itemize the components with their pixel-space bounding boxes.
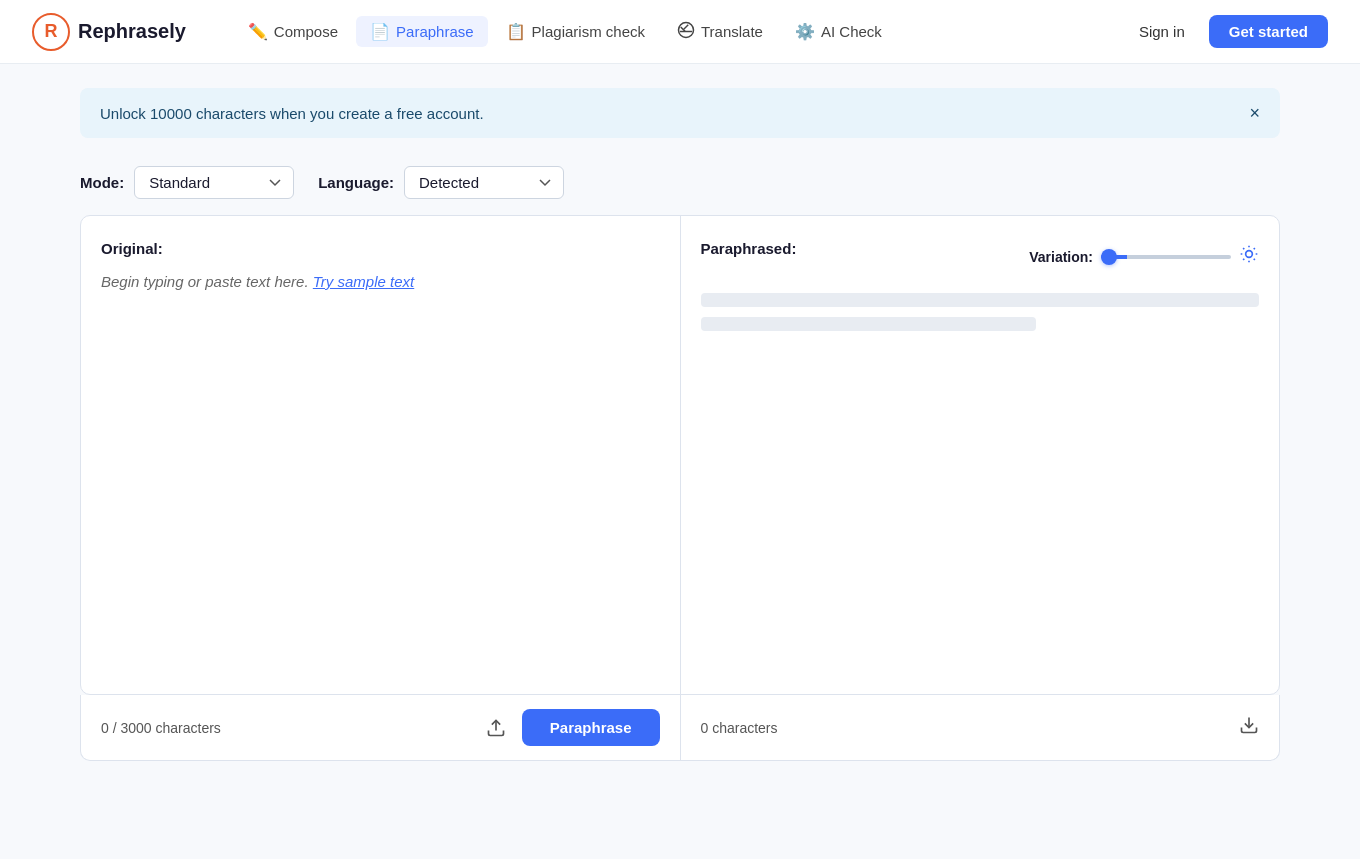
paraphrased-header: Paraphrased: Variation:	[681, 216, 1280, 285]
nav-label-paraphrase: Paraphrase	[396, 23, 474, 40]
nav-item-plagiarism[interactable]: 📋 Plagiarism check	[492, 16, 659, 47]
header-right: Sign in Get started	[1127, 15, 1328, 48]
paraphrase-icon: 📄	[370, 22, 390, 41]
logo-letter: R	[45, 21, 58, 42]
paraphrased-body	[681, 285, 1280, 694]
controls-row: Mode: Standard Fluency Formal Academic S…	[80, 166, 1280, 199]
promo-banner: Unlock 10000 characters when you create …	[80, 88, 1280, 138]
skeleton-line-1	[701, 293, 1260, 307]
nav-label-translate: Translate	[701, 23, 763, 40]
editor-placeholder: Begin typing or paste text here. Try sam…	[101, 273, 660, 290]
original-panel: Original: Begin typing or paste text her…	[81, 216, 681, 694]
editor-container: Original: Begin typing or paste text her…	[80, 215, 1280, 695]
nav-label-compose: Compose	[274, 23, 338, 40]
variation-brightness-icon	[1239, 244, 1259, 269]
char-count-right: 0 characters	[701, 720, 778, 736]
main-content: Unlock 10000 characters when you create …	[40, 64, 1320, 785]
paraphrase-button[interactable]: Paraphrase	[522, 709, 660, 746]
nav-label-ai-check: AI Check	[821, 23, 882, 40]
nav: ✏️ Compose 📄 Paraphrase 📋 Plagiarism che…	[234, 15, 1127, 49]
variation-control: Variation:	[1029, 244, 1259, 269]
upload-icon	[486, 718, 506, 738]
download-button[interactable]	[1239, 715, 1259, 740]
nav-item-ai-check[interactable]: ⚙️ AI Check	[781, 16, 896, 47]
nav-item-translate[interactable]: Translate	[663, 15, 777, 49]
placeholder-text: Begin typing or paste text here.	[101, 273, 309, 290]
translate-icon	[677, 21, 695, 43]
sign-in-button[interactable]: Sign in	[1127, 17, 1197, 46]
nav-label-plagiarism: Plagiarism check	[532, 23, 645, 40]
paraphrased-panel: Paraphrased: Variation:	[681, 216, 1280, 694]
language-select[interactable]: Detected English Spanish French German P…	[404, 166, 564, 199]
variation-label: Variation:	[1029, 249, 1093, 265]
nav-item-paraphrase[interactable]: 📄 Paraphrase	[356, 16, 488, 47]
logo-circle: R	[32, 13, 70, 51]
ai-check-icon: ⚙️	[795, 22, 815, 41]
variation-slider-track	[1101, 255, 1231, 259]
brand-name: Rephrasely	[78, 20, 186, 43]
upload-button[interactable]	[486, 718, 506, 738]
mode-select[interactable]: Standard Fluency Formal Academic Simple …	[134, 166, 294, 199]
char-count-left: 0 / 3000 characters	[101, 720, 470, 736]
original-body: Original: Begin typing or paste text her…	[81, 216, 680, 694]
paraphrased-label: Paraphrased:	[701, 240, 797, 257]
plagiarism-icon: 📋	[506, 22, 526, 41]
paraphrase-button-label: Paraphrase	[550, 719, 632, 736]
footer-right: 0 characters	[681, 695, 1280, 760]
sample-text-link[interactable]: Try sample text	[313, 273, 414, 290]
language-label: Language:	[318, 174, 394, 191]
skeleton-line-2	[701, 317, 1036, 331]
original-label: Original:	[101, 240, 660, 257]
nav-item-compose[interactable]: ✏️ Compose	[234, 16, 352, 47]
header: R Rephrasely ✏️ Compose 📄 Paraphrase 📋 P…	[0, 0, 1360, 64]
logo[interactable]: R Rephrasely	[32, 13, 186, 51]
mode-label: Mode:	[80, 174, 124, 191]
get-started-button[interactable]: Get started	[1209, 15, 1328, 48]
language-control: Language: Detected English Spanish Frenc…	[318, 166, 564, 199]
svg-point-0	[678, 22, 693, 37]
svg-point-1	[1246, 251, 1253, 258]
footer-left: 0 / 3000 characters Paraphrase	[81, 695, 681, 760]
editor-footer: 0 / 3000 characters Paraphrase 0 charact…	[80, 695, 1280, 761]
compose-icon: ✏️	[248, 22, 268, 41]
download-icon	[1239, 715, 1259, 735]
banner-text: Unlock 10000 characters when you create …	[100, 105, 484, 122]
banner-close-button[interactable]: ×	[1249, 104, 1260, 122]
mode-control: Mode: Standard Fluency Formal Academic S…	[80, 166, 294, 199]
